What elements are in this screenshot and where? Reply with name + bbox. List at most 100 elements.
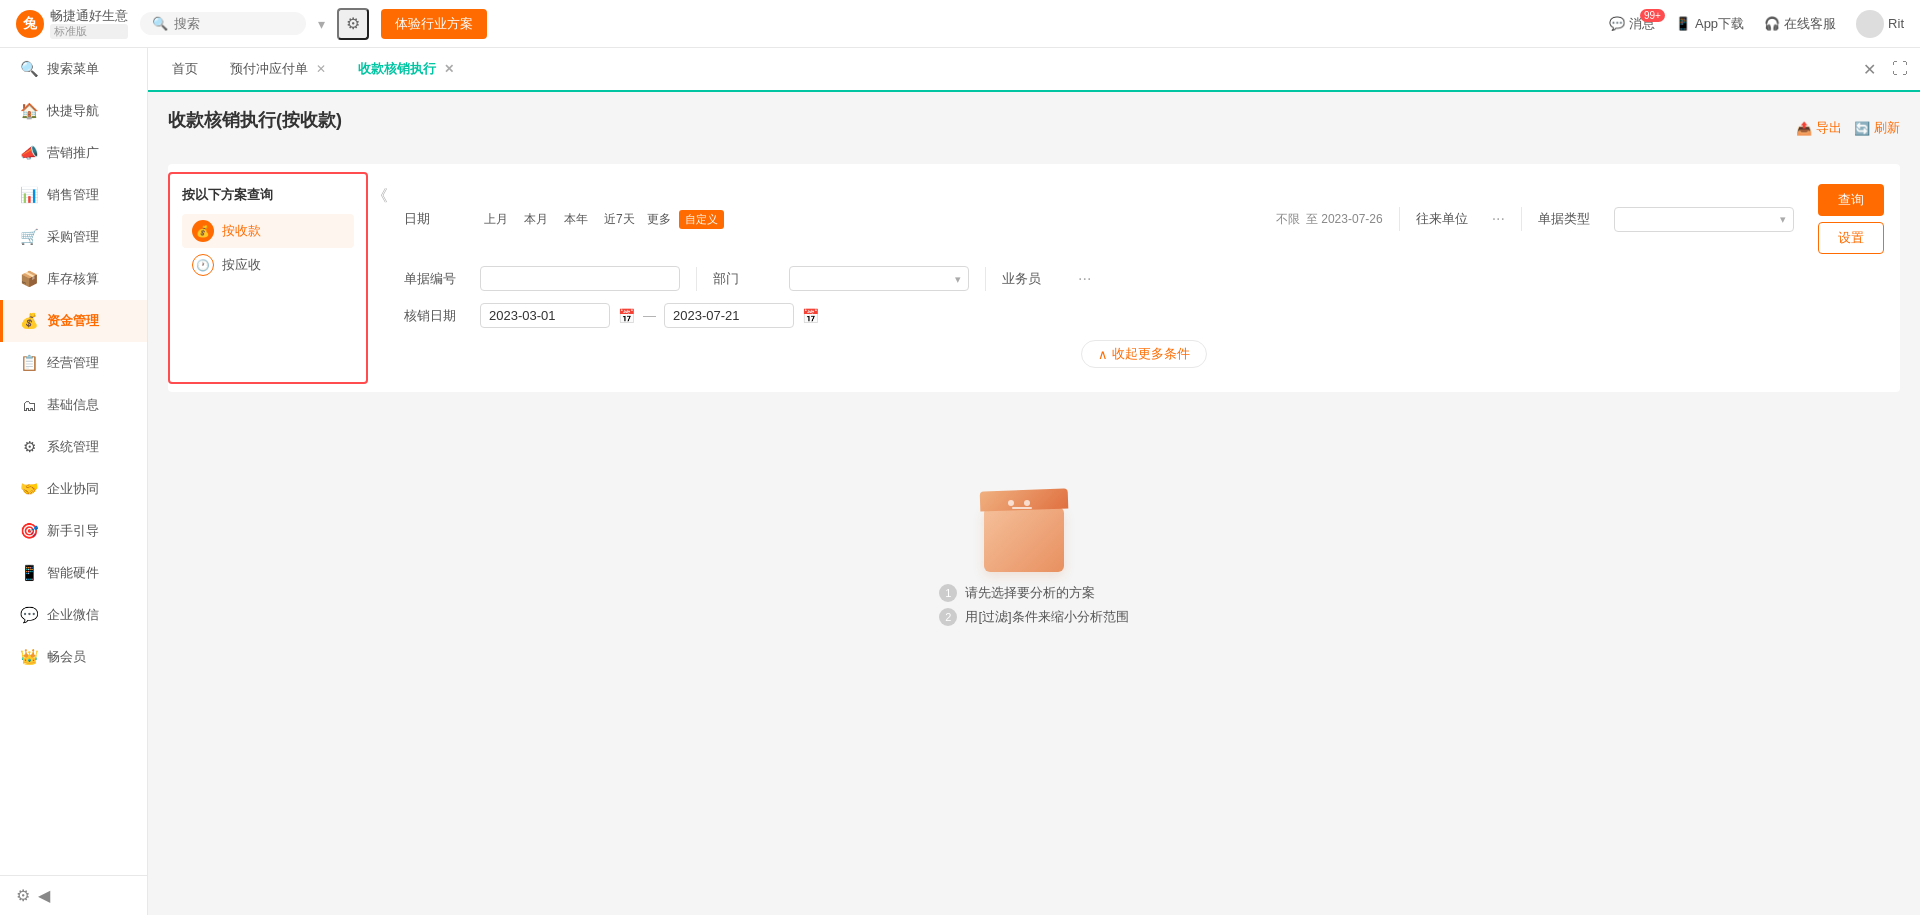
query-button[interactable]: 查询	[1818, 184, 1884, 216]
sidebar-item-marketing[interactable]: 📣 营销推广	[0, 132, 147, 174]
date-custom-tag[interactable]: 自定义	[679, 210, 724, 229]
filter-left-title: 按以下方案查询	[182, 186, 354, 204]
export-icon: 📤	[1796, 121, 1812, 136]
sidebar-item-member[interactable]: 👑 畅会员	[0, 636, 147, 678]
main-layout: 🔍 搜索菜单 🏠 快捷导航 📣 营销推广 📊 销售管理 🛒 采购管理 📦 库存核…	[0, 48, 1920, 915]
collapse-more-row: ∧ 收起更多条件	[404, 340, 1884, 368]
sidebar-item-finance[interactable]: 💰 资金管理	[0, 300, 147, 342]
sidebar-collapse-icon[interactable]: ◀	[38, 886, 50, 905]
sidebar-item-basic[interactable]: 🗂 基础信息	[0, 384, 147, 426]
wxwork-icon: 💬	[19, 606, 39, 624]
refresh-label: 刷新	[1874, 119, 1900, 137]
online-service-item[interactable]: 🎧 在线客服	[1764, 15, 1836, 33]
filter-option-by-receivable[interactable]: 🕐 按应收	[182, 248, 354, 282]
sidebar-item-nav[interactable]: 🏠 快捷导航	[0, 90, 147, 132]
export-label: 导出	[1816, 119, 1842, 137]
sidebar-item-inventory[interactable]: 📦 库存核算	[0, 258, 147, 300]
trial-button[interactable]: 体验行业方案	[381, 9, 487, 39]
collapse-more-button[interactable]: ∧ 收起更多条件	[1081, 340, 1207, 368]
inventory-icon: 📦	[19, 270, 39, 288]
sidebar-label-nav: 快捷导航	[47, 102, 99, 120]
sidebar-settings-icon[interactable]: ⚙	[16, 886, 30, 905]
export-button[interactable]: 📤 导出	[1796, 119, 1842, 137]
filter-option-receipt-label: 按收款	[222, 222, 261, 240]
sidebar-item-purchase[interactable]: 🛒 采购管理	[0, 216, 147, 258]
chevron-up-icon: ∧	[1098, 347, 1108, 362]
sales-icon: 📊	[19, 186, 39, 204]
date-7days[interactable]: 近7天	[600, 209, 639, 230]
app-download-item[interactable]: 📱 App下载	[1675, 15, 1744, 33]
step-num-2: 2	[939, 608, 957, 626]
search-menu-icon: 🔍	[19, 60, 39, 78]
tab-prepay-close[interactable]: ✕	[316, 62, 326, 76]
sidebar-item-sales[interactable]: 📊 销售管理	[0, 174, 147, 216]
member-icon: 👑	[19, 648, 39, 666]
app-name: 畅捷通好生意	[50, 8, 128, 24]
empty-step-1: 1 请先选择要分析的方案	[939, 584, 1128, 602]
online-service-label: 在线客服	[1784, 15, 1836, 33]
counterpart-dots[interactable]: ···	[1492, 210, 1505, 228]
sidebar-item-collab[interactable]: 🤝 企业协同	[0, 468, 147, 510]
phone-icon: 📱	[1675, 16, 1691, 31]
gear-button[interactable]: ⚙	[337, 8, 369, 40]
staff-dots[interactable]: ···	[1078, 270, 1091, 288]
sidebar-item-wxwork[interactable]: 💬 企业微信	[0, 594, 147, 636]
sidebar-label-system: 系统管理	[47, 438, 99, 456]
page-title: 收款核销执行(按收款)	[168, 108, 342, 132]
search-area[interactable]: 🔍	[140, 12, 306, 35]
message-item[interactable]: 💬 消息 99+	[1609, 15, 1655, 33]
basic-icon: 🗂	[19, 397, 39, 414]
cal-start-icon[interactable]: 📅	[618, 308, 635, 324]
voucher-type-select-wrapper	[1614, 207, 1794, 232]
marketing-icon: 📣	[19, 144, 39, 162]
sidebar-item-system[interactable]: ⚙ 系统管理	[0, 426, 147, 468]
empty-text: 1 请先选择要分析的方案 2 用[过滤]条件来缩小分析范围	[939, 584, 1128, 632]
refresh-button[interactable]: 🔄 刷新	[1854, 119, 1900, 137]
user-item[interactable]: Rit	[1856, 10, 1904, 38]
verify-date-end-input[interactable]	[664, 303, 794, 328]
divider-4	[985, 267, 986, 291]
tab-receipt-label: 收款核销执行	[358, 60, 436, 78]
page-title-row: 收款核销执行(按收款) 📤 导出 🔄 刷新	[168, 108, 1900, 148]
verify-date-label: 核销日期	[404, 307, 464, 325]
top-bar-right: 💬 消息 99+ 📱 App下载 🎧 在线客服 Rit	[1609, 10, 1904, 38]
filter-collapse-button[interactable]: 《	[368, 172, 388, 384]
sidebar-item-search[interactable]: 🔍 搜索菜单	[0, 48, 147, 90]
tab-receipt-close[interactable]: ✕	[444, 62, 454, 76]
date-last-month[interactable]: 上月	[480, 209, 512, 230]
voucher-type-select[interactable]	[1614, 207, 1794, 232]
face-mouth	[1012, 507, 1032, 509]
dept-select[interactable]	[789, 266, 969, 291]
sidebar-label-member: 畅会员	[47, 648, 86, 666]
cal-end-icon[interactable]: 📅	[802, 308, 819, 324]
tab-bar: 首页 预付冲应付单 ✕ 收款核销执行 ✕ ✕ ⛶	[148, 48, 1920, 92]
step-num-1: 1	[939, 584, 957, 602]
tab-home[interactable]: 首页	[156, 48, 214, 92]
avatar	[1856, 10, 1884, 38]
verify-date-start-input[interactable]	[480, 303, 610, 328]
filter-left-panel: 按以下方案查询 💰 按收款 🕐 按应收	[168, 172, 368, 384]
voucher-no-label: 单据编号	[404, 270, 464, 288]
tab-receipt[interactable]: 收款核销执行 ✕	[342, 48, 470, 92]
chevron-down-icon[interactable]: ▾	[318, 16, 325, 32]
sidebar-item-guide[interactable]: 🎯 新手引导	[0, 510, 147, 552]
filter-row-2: 单据编号 部门 业务员 ···	[404, 266, 1884, 291]
sidebar-item-operation[interactable]: 📋 经营管理	[0, 342, 147, 384]
staff-label: 业务员	[1002, 270, 1062, 288]
sidebar-item-hardware[interactable]: 📱 智能硬件	[0, 552, 147, 594]
collapse-more-label: 收起更多条件	[1112, 345, 1190, 363]
face-eye-left	[1008, 500, 1014, 506]
filter-option-by-receipt[interactable]: 💰 按收款	[182, 214, 354, 248]
settings-button[interactable]: 设置	[1818, 222, 1884, 254]
date-more[interactable]: 更多	[647, 211, 671, 228]
tab-close-all-btn[interactable]: ✕	[1859, 60, 1880, 79]
purchase-icon: 🛒	[19, 228, 39, 246]
empty-illustration	[974, 472, 1094, 572]
dept-label: 部门	[713, 270, 773, 288]
voucher-no-input[interactable]	[480, 266, 680, 291]
search-input[interactable]	[174, 16, 294, 31]
date-this-month[interactable]: 本月	[520, 209, 552, 230]
tab-prepay[interactable]: 预付冲应付单 ✕	[214, 48, 342, 92]
date-this-year[interactable]: 本年	[560, 209, 592, 230]
tab-expand-btn[interactable]: ⛶	[1888, 60, 1912, 78]
